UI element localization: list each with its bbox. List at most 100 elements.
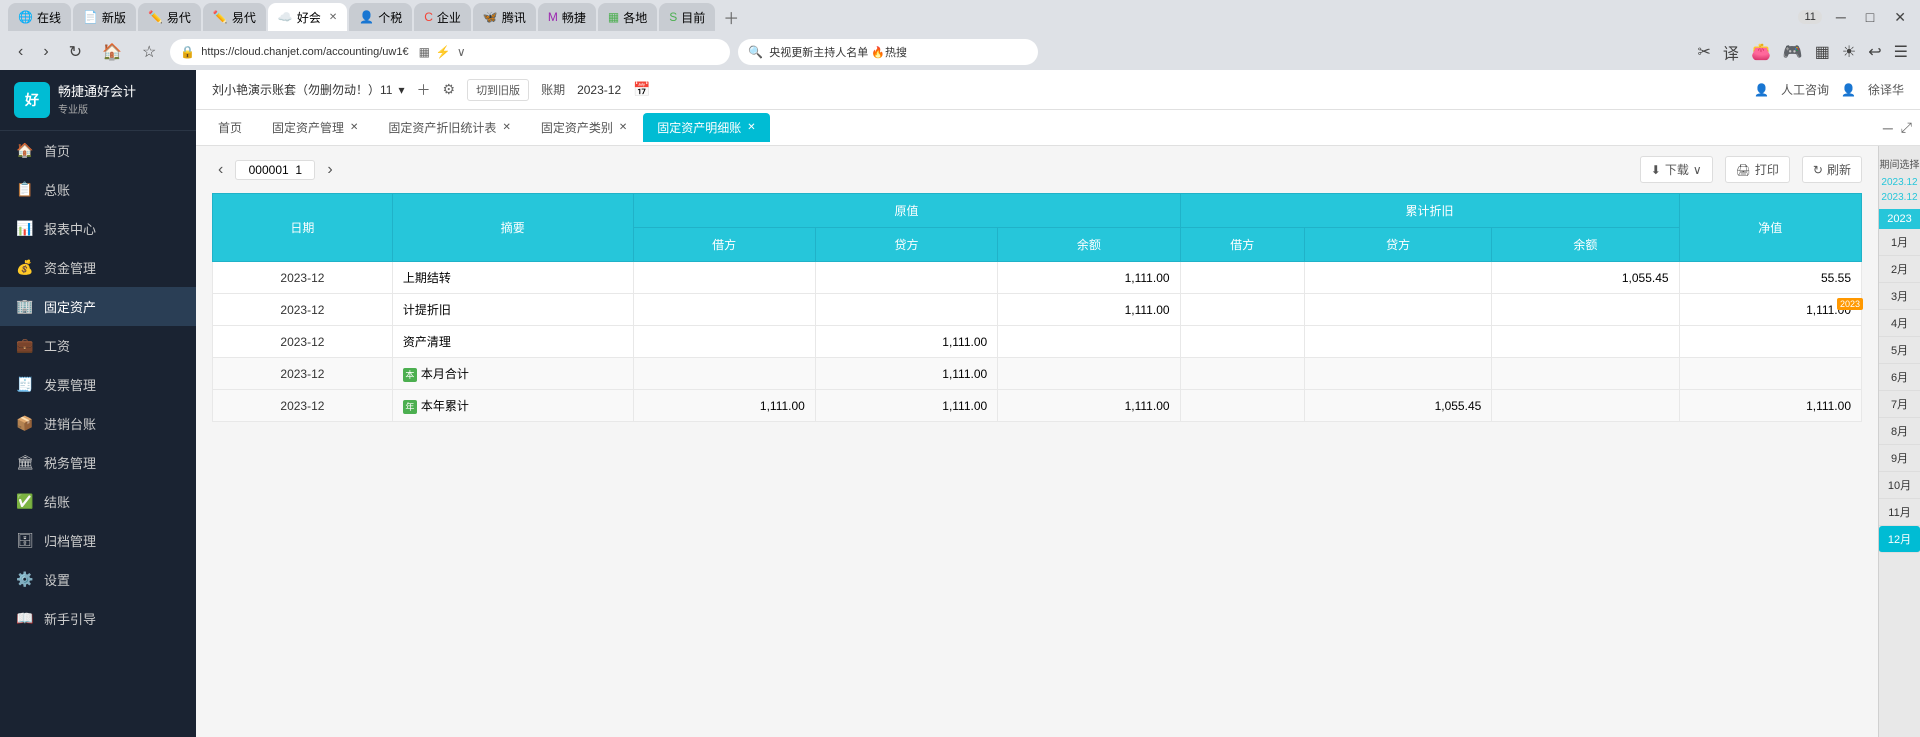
sidebar-item-general-ledger[interactable]: 📋 总账 [0, 170, 196, 209]
sidebar-label-fixed-assets: 固定资产 [44, 297, 96, 316]
browser-tab-yidai2[interactable]: ✏️ 易代 [203, 3, 266, 31]
sidebar-item-funds[interactable]: 💰 资金管理 [0, 248, 196, 287]
grid-icon[interactable]: ▦ [1815, 42, 1830, 62]
sidebar-item-settings[interactable]: ⚙️ 设置 [0, 560, 196, 599]
print-button[interactable]: 🖨 打印 [1725, 156, 1790, 183]
switch-version-button[interactable]: 切到旧版 [467, 79, 529, 101]
tab-minimize-button[interactable]: ─ [1883, 119, 1893, 136]
row4-orig-balance [998, 358, 1180, 390]
sidebar-item-closing[interactable]: ✅ 结账 [0, 482, 196, 521]
url-expand-icon: ∨ [457, 45, 466, 59]
sidebar-item-fixed-assets[interactable]: 🏢 固定资产 [0, 287, 196, 326]
new-tab-button[interactable]: ＋ [717, 5, 745, 29]
sidebar-item-home[interactable]: 🏠 首页 [0, 131, 196, 170]
user-btn[interactable]: 徐译华 [1868, 81, 1904, 98]
browser-tab-gedi[interactable]: ▦ 各地 [598, 3, 657, 31]
refresh-nav-button[interactable]: ↻ [63, 40, 88, 64]
page-content: ‹ › ⬇ 下载 ∨ 🖨 打印 [196, 146, 1920, 737]
url-bar[interactable]: 🔒 https://cloud.chanjet.com/accounting/u… [170, 39, 730, 65]
sun-icon[interactable]: ☀ [1842, 42, 1856, 62]
row3-accum-debit [1180, 326, 1304, 358]
period-month-6[interactable]: 6月 [1879, 364, 1920, 391]
period-month-9[interactable]: 9月 [1879, 445, 1920, 472]
browser-tab-yidai1[interactable]: ✏️ 易代 [138, 3, 201, 31]
page-tab-fa-depreciation-close[interactable]: ✕ [502, 122, 510, 133]
period-month-5[interactable]: 5月 [1879, 337, 1920, 364]
sidebar-item-tax[interactable]: 🏛 税务管理 [0, 443, 196, 482]
browser-tab-muqian[interactable]: S 目前 [659, 3, 715, 31]
settings-account-icon[interactable]: ⚙ [443, 81, 456, 98]
sidebar-label-reports: 报表中心 [44, 219, 96, 238]
period-month-1[interactable]: 1月 [1879, 229, 1920, 256]
tab-favicon-yidai2: ✏️ [213, 10, 228, 24]
page-tab-fa-category[interactable]: 固定资产类别 ✕ [527, 113, 641, 142]
gamepad-icon[interactable]: 🎮 [1783, 42, 1803, 62]
period-month-12[interactable]: 12月 [1879, 526, 1920, 553]
search-bar[interactable]: 🔍 央视更新主持人名单 🔥热搜 [738, 39, 1038, 65]
period-month-3[interactable]: 3月 [1879, 283, 1920, 310]
back-button[interactable]: ‹ [12, 41, 29, 63]
close-button[interactable]: ✕ [1888, 7, 1912, 28]
notification-count: 11 [1798, 10, 1821, 24]
browser-tab-changjie[interactable]: M 畅捷 [538, 3, 596, 31]
sidebar-item-purchase-sales[interactable]: 📦 进销台账 [0, 404, 196, 443]
account-selector[interactable]: 刘小艳演示账套（勿删勿动！）11 ▾ [212, 81, 405, 98]
sidebar-item-archive[interactable]: 🗄 归档管理 [0, 521, 196, 560]
period-month-7[interactable]: 7月 [1879, 391, 1920, 418]
browser-tab-qiye[interactable]: C 企业 [414, 3, 471, 31]
period-label: 账期 [541, 81, 565, 98]
sidebar-item-guide[interactable]: 📖 新手引导 [0, 599, 196, 638]
browser-tab-tencent[interactable]: 🦋 腾讯 [473, 3, 536, 31]
page-tab-fa-mgmt[interactable]: 固定资产管理 ✕ [258, 113, 372, 142]
year-item[interactable]: 2023 [1879, 209, 1920, 229]
download-button[interactable]: ⬇ 下载 ∨ [1640, 156, 1713, 183]
tab-maximize-button[interactable]: ⤢ [1901, 119, 1912, 136]
translate-icon[interactable]: 译 [1723, 40, 1739, 64]
page-tab-home-label: 首页 [218, 119, 242, 136]
forward-button[interactable]: › [37, 41, 54, 63]
menu-icon[interactable]: ☰ [1894, 42, 1908, 62]
page-tab-fa-mgmt-close[interactable]: ✕ [350, 122, 358, 133]
scissors-icon[interactable]: ✂ [1698, 42, 1711, 62]
period-month-4[interactable]: 4月 [1879, 310, 1920, 337]
fixed-assets-icon: 🏢 [16, 298, 34, 316]
period-month-2[interactable]: 2月 [1879, 256, 1920, 283]
sidebar-item-payroll[interactable]: 💼 工资 [0, 326, 196, 365]
page-tab-fa-detail[interactable]: 固定资产明细账 ✕ [643, 113, 769, 142]
row3-accum-balance [1492, 326, 1679, 358]
period-month-10[interactable]: 10月 [1879, 472, 1920, 499]
page-tab-fa-detail-close[interactable]: ✕ [747, 122, 755, 133]
page-tab-home[interactable]: 首页 [204, 113, 256, 142]
browser-tab-online[interactable]: 🌐 在线 [8, 3, 71, 31]
browser-tab-haokuai[interactable]: ☁️ 好会 ✕ [268, 3, 347, 31]
page-tab-fa-category-close[interactable]: ✕ [619, 122, 627, 133]
row5-accum-credit: 1,055.45 [1305, 390, 1492, 422]
next-page-button[interactable]: › [321, 159, 338, 181]
page-number-input[interactable] [235, 160, 315, 180]
browser-tab-geshui[interactable]: 👤 个税 [349, 3, 412, 31]
refresh-button[interactable]: ↻ 刷新 [1802, 156, 1862, 183]
service-btn[interactable]: 人工咨询 [1781, 81, 1829, 98]
minimize-button[interactable]: ─ [1830, 7, 1852, 27]
tab-favicon-qiye: C [424, 10, 433, 24]
add-account-icon[interactable]: ＋ [417, 80, 431, 100]
sidebar-item-reports[interactable]: 📊 报表中心 [0, 209, 196, 248]
undo-icon[interactable]: ↩ [1868, 42, 1881, 62]
maximize-button[interactable]: □ [1860, 7, 1880, 27]
browser-tab-close-haokuai[interactable]: ✕ [329, 12, 337, 23]
browser-tab-new[interactable]: 📄 新版 [73, 3, 136, 31]
row1-date: 2023-12 [213, 262, 393, 294]
calendar-icon[interactable]: 📅 [633, 81, 650, 98]
row2-accum-credit [1305, 294, 1492, 326]
bookmark-button[interactable]: ☆ [136, 40, 162, 64]
wallet-icon[interactable]: 👛 [1751, 42, 1771, 62]
home-nav-button[interactable]: 🏠 [96, 40, 128, 64]
period-month-8[interactable]: 8月 [1879, 418, 1920, 445]
download-arrow-icon: ∨ [1693, 163, 1702, 177]
period-month-11[interactable]: 11月 [1879, 499, 1920, 526]
sidebar-item-invoice[interactable]: 🧾 发票管理 [0, 365, 196, 404]
row5-summary: 年本年累计 [392, 390, 633, 422]
page-tab-fa-depreciation[interactable]: 固定资产折旧统计表 ✕ [374, 113, 524, 142]
prev-page-button[interactable]: ‹ [212, 159, 229, 181]
tab-favicon-geshui: 👤 [359, 10, 374, 24]
